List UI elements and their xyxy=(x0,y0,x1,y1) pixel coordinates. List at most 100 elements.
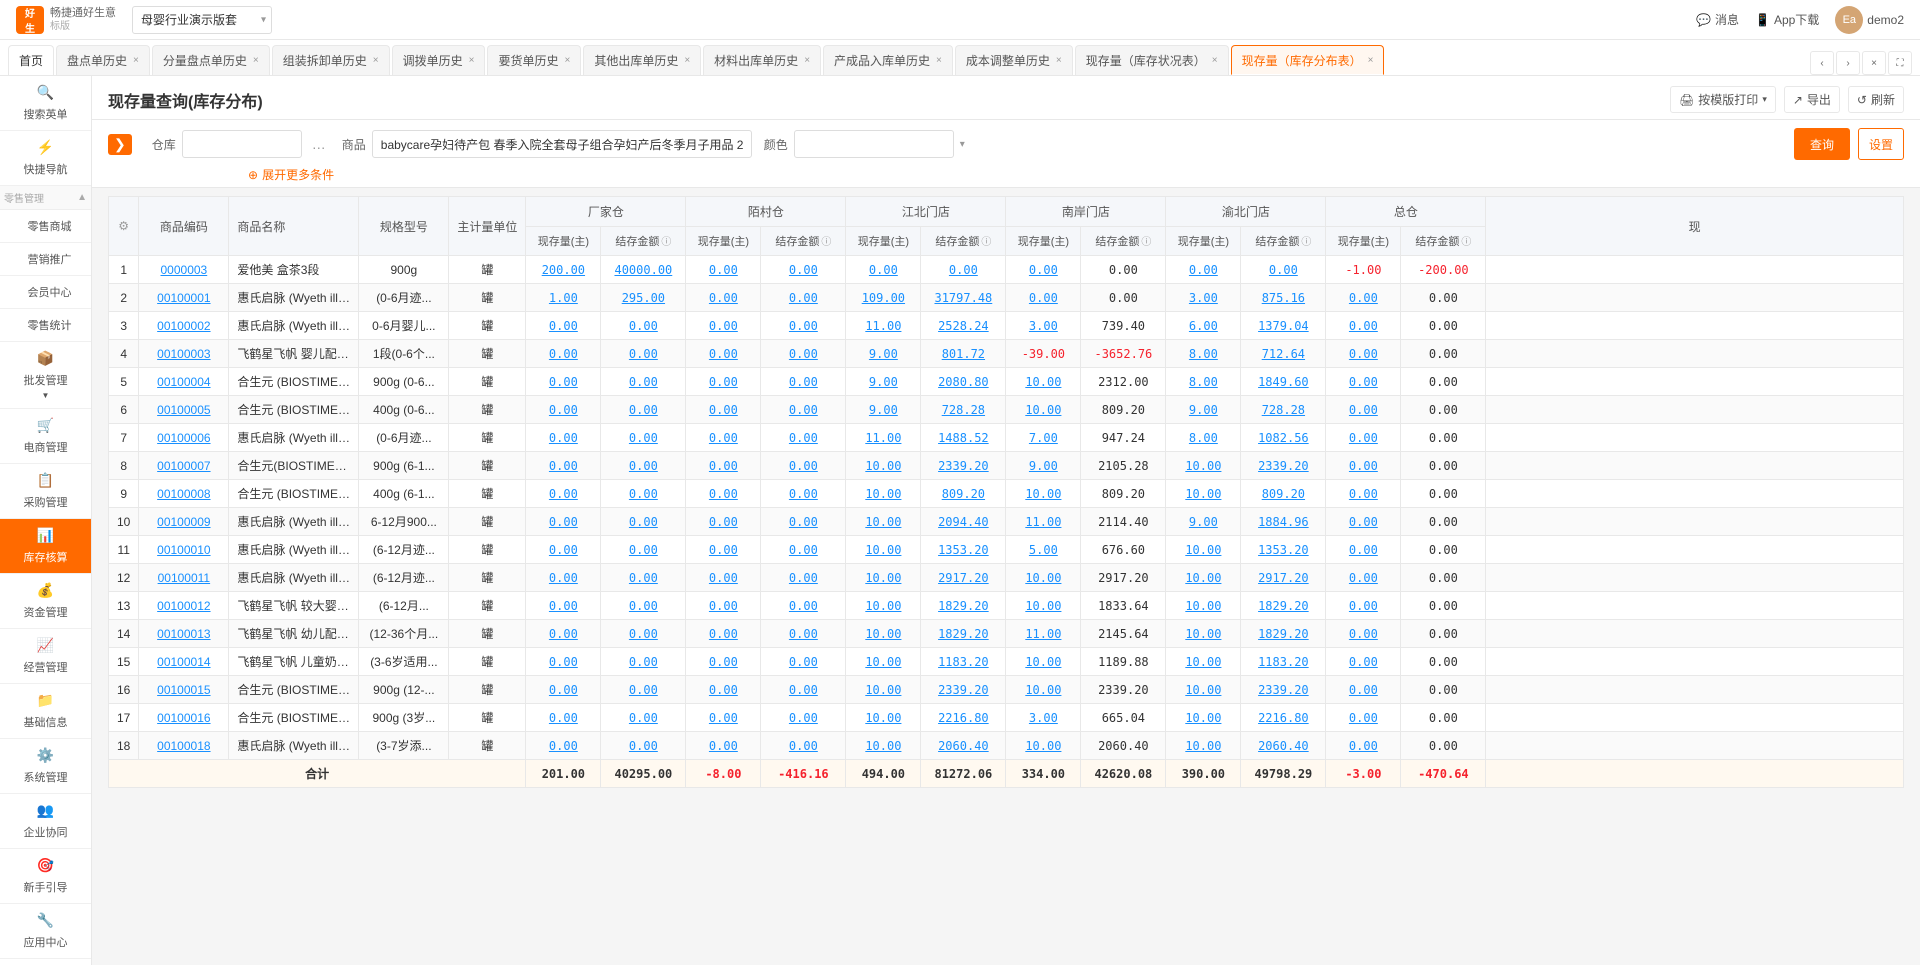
table-cell[interactable]: 10.00 xyxy=(1166,732,1241,760)
table-cell[interactable]: 0.00 xyxy=(526,508,601,536)
cell-nanan-qty[interactable]: 10.00 xyxy=(1006,396,1081,424)
setting-button[interactable]: 设置 xyxy=(1858,128,1904,160)
tab-next-btn[interactable]: › xyxy=(1836,51,1860,75)
search-button[interactable]: 查询 xyxy=(1794,128,1850,160)
cell-nanan-amt[interactable]: 2105.28 xyxy=(1081,452,1166,480)
table-cell[interactable]: 9.00 xyxy=(1166,396,1241,424)
table-cell[interactable]: 2094.40 xyxy=(921,508,1006,536)
tab-close-transfer[interactable]: × xyxy=(469,55,475,66)
tab-close-assemble[interactable]: × xyxy=(373,55,379,66)
table-cell[interactable]: 0.00 xyxy=(601,508,686,536)
table-cell[interactable]: 0.00 xyxy=(761,704,846,732)
table-cell[interactable]: 9.00 xyxy=(846,340,921,368)
table-cell[interactable]: 0.00 xyxy=(526,704,601,732)
cell-code[interactable]: 00100003 xyxy=(139,340,229,368)
table-cell[interactable]: 0.00 xyxy=(526,676,601,704)
table-cell[interactable]: 0.00 xyxy=(601,368,686,396)
tab-stock-dist[interactable]: 现存量（库存分布表） × xyxy=(1231,45,1385,75)
table-cell[interactable]: 0.00 xyxy=(601,536,686,564)
cell-code[interactable]: 00100009 xyxy=(139,508,229,536)
table-cell[interactable]: 0.00 xyxy=(761,648,846,676)
cell-nanan-qty[interactable]: -39.00 xyxy=(1006,340,1081,368)
print-btn[interactable]: 🖨 按模版打印 ▾ xyxy=(1670,86,1776,113)
cell-total-qty[interactable]: 0.00 xyxy=(1326,536,1401,564)
table-cell[interactable]: 2339.20 xyxy=(921,676,1006,704)
table-cell[interactable]: 809.20 xyxy=(1241,480,1326,508)
table-cell[interactable]: 10.00 xyxy=(846,732,921,760)
table-cell[interactable]: 10.00 xyxy=(846,704,921,732)
cell-total-amt[interactable]: 0.00 xyxy=(1401,620,1486,648)
table-cell[interactable]: 0.00 xyxy=(761,508,846,536)
cell-total-qty[interactable]: 0.00 xyxy=(1326,284,1401,312)
table-cell[interactable]: 0.00 xyxy=(761,732,846,760)
sidebar-item-finance[interactable]: 💰 资金管理 xyxy=(0,574,91,629)
table-cell[interactable]: 1183.20 xyxy=(921,648,1006,676)
tab-close-stock-table[interactable]: × xyxy=(1212,55,1218,66)
table-cell[interactable]: 2216.80 xyxy=(921,704,1006,732)
table-cell[interactable]: 0.00 xyxy=(686,704,761,732)
sidebar-item-inventory[interactable]: 📊 库存核算 xyxy=(0,519,91,574)
table-cell[interactable]: 1.00 xyxy=(526,284,601,312)
table-cell[interactable]: 109.00 xyxy=(846,284,921,312)
table-cell[interactable]: 0.00 xyxy=(526,564,601,592)
export-btn[interactable]: ↗ 导出 xyxy=(1784,86,1840,113)
warehouse-input[interactable] xyxy=(182,130,302,158)
table-cell[interactable]: 0.00 xyxy=(686,480,761,508)
cell-nanan-amt[interactable]: 2145.64 xyxy=(1081,620,1166,648)
factory-info-icon[interactable]: ⓘ xyxy=(661,237,671,248)
table-cell[interactable]: 0.00 xyxy=(526,312,601,340)
cell-nanan-qty[interactable]: 0.00 xyxy=(1006,256,1081,284)
cell-total-amt[interactable]: 0.00 xyxy=(1401,368,1486,396)
cell-nanan-qty[interactable]: 11.00 xyxy=(1006,620,1081,648)
cell-total-amt[interactable]: 0.00 xyxy=(1401,536,1486,564)
cell-code[interactable]: 00100002 xyxy=(139,312,229,340)
table-cell[interactable]: 10.00 xyxy=(846,592,921,620)
tab-close-cost-adjust[interactable]: × xyxy=(1056,55,1062,66)
table-cell[interactable]: 0.00 xyxy=(526,368,601,396)
cell-total-amt[interactable]: 0.00 xyxy=(1401,508,1486,536)
table-cell[interactable]: 10.00 xyxy=(1166,648,1241,676)
table-cell[interactable]: 0.00 xyxy=(761,284,846,312)
sidebar-item-member[interactable]: 会员中心 xyxy=(0,276,91,309)
table-cell[interactable]: 0.00 xyxy=(686,564,761,592)
cell-total-qty[interactable]: 0.00 xyxy=(1326,452,1401,480)
cell-nanan-amt[interactable]: 665.04 xyxy=(1081,704,1166,732)
cell-code[interactable]: 00100004 xyxy=(139,368,229,396)
sidebar-item-retail-mall[interactable]: 零售商城 xyxy=(0,210,91,243)
cell-nanan-amt[interactable]: 2339.20 xyxy=(1081,676,1166,704)
cell-total-qty[interactable]: 0.00 xyxy=(1326,704,1401,732)
cell-nanan-qty[interactable]: 10.00 xyxy=(1006,676,1081,704)
cell-total-amt[interactable]: 0.00 xyxy=(1401,592,1486,620)
tab-close-other-out[interactable]: × xyxy=(684,55,690,66)
cell-total-amt[interactable]: 0.00 xyxy=(1401,704,1486,732)
cell-nanan-amt[interactable]: 739.40 xyxy=(1081,312,1166,340)
tab-material-out[interactable]: 材料出库单历史 × xyxy=(703,45,821,75)
table-cell[interactable]: 0.00 xyxy=(601,340,686,368)
cell-nanan-amt[interactable]: 809.20 xyxy=(1081,480,1166,508)
table-cell[interactable]: 2339.20 xyxy=(1241,452,1326,480)
cell-total-qty[interactable]: 0.00 xyxy=(1326,732,1401,760)
table-cell[interactable]: 801.72 xyxy=(921,340,1006,368)
table-cell[interactable]: 10.00 xyxy=(846,564,921,592)
table-cell[interactable]: 10.00 xyxy=(846,676,921,704)
table-cell[interactable]: 200.00 xyxy=(526,256,601,284)
table-cell[interactable]: 2216.80 xyxy=(1241,704,1326,732)
table-cell[interactable]: 0.00 xyxy=(526,396,601,424)
table-cell[interactable]: 1353.20 xyxy=(921,536,1006,564)
table-cell[interactable]: 10.00 xyxy=(1166,564,1241,592)
table-cell[interactable]: 11.00 xyxy=(846,312,921,340)
cell-code[interactable]: 00100006 xyxy=(139,424,229,452)
table-cell[interactable]: 0.00 xyxy=(761,312,846,340)
cell-nanan-qty[interactable]: 0.00 xyxy=(1006,284,1081,312)
table-cell[interactable]: 809.20 xyxy=(921,480,1006,508)
table-cell[interactable]: 0.00 xyxy=(761,340,846,368)
table-cell[interactable]: 0.00 xyxy=(526,452,601,480)
tab-branch-count[interactable]: 分量盘点单历史 × xyxy=(152,45,270,75)
table-cell[interactable]: 0.00 xyxy=(526,424,601,452)
cell-nanan-qty[interactable]: 10.00 xyxy=(1006,564,1081,592)
cell-nanan-amt[interactable]: 2312.00 xyxy=(1081,368,1166,396)
tab-assemble[interactable]: 组装拆卸单历史 × xyxy=(272,45,390,75)
cell-code[interactable]: 00100014 xyxy=(139,648,229,676)
table-cell[interactable]: 1082.56 xyxy=(1241,424,1326,452)
table-cell[interactable]: 0.00 xyxy=(526,480,601,508)
